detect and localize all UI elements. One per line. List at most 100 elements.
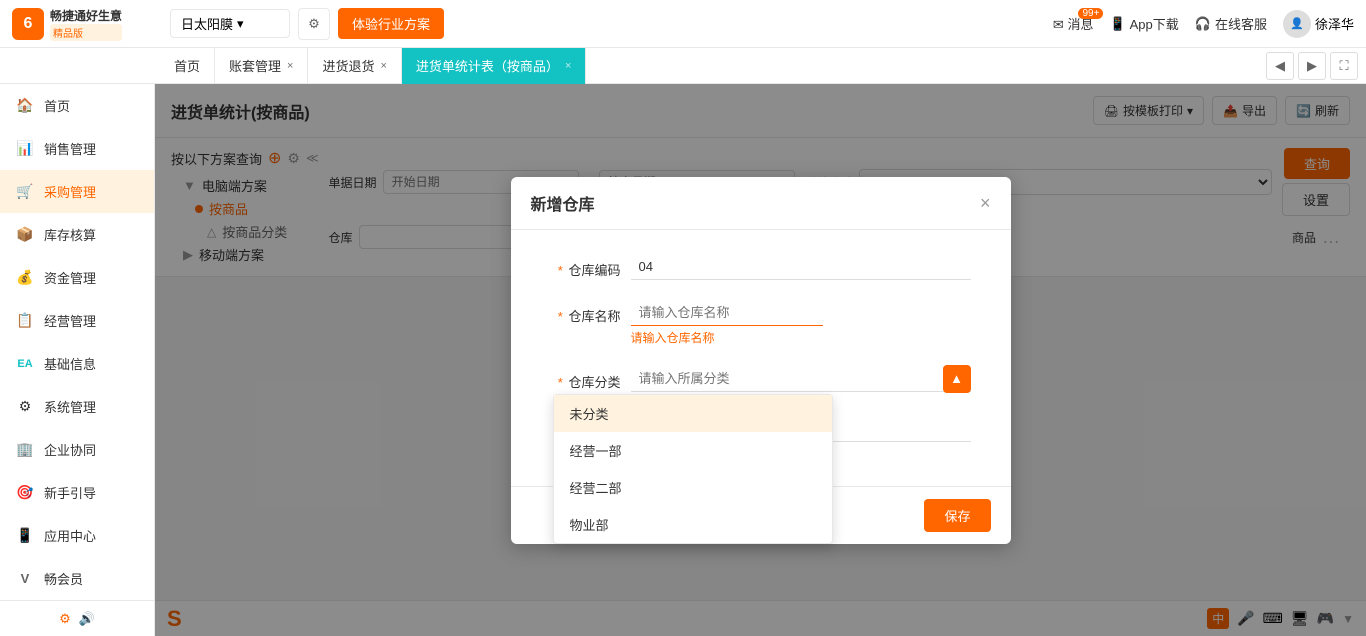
member-icon: V	[16, 570, 34, 588]
form-row-name: 仓库名称 请输入仓库名称	[551, 300, 971, 346]
warehouse-code-label: 仓库编码	[551, 254, 621, 279]
sidebar-item-finance-label: 资金管理	[44, 268, 96, 287]
operations-icon: 📋	[16, 312, 34, 330]
sidebar-item-inventory-label: 库存核算	[44, 225, 96, 244]
username: 徐泽华	[1315, 14, 1354, 33]
new-warehouse-modal: 新增仓库 × 仓库编码 仓库名称	[511, 177, 1011, 544]
tab-purchase-return[interactable]: 进货退货 ×	[308, 48, 401, 84]
message-label: 消息	[1067, 17, 1093, 32]
sidebar-item-corp-label: 企业协同	[44, 440, 96, 459]
tab-home-label: 首页	[174, 56, 200, 75]
sidebar-item-operations[interactable]: 📋 经营管理	[0, 299, 154, 342]
inventory-icon: 📦	[16, 226, 34, 244]
tab-left-button[interactable]: ◀	[1266, 52, 1294, 80]
warehouse-name-error: 请输入仓库名称	[631, 329, 971, 346]
store-chevron-icon: ▾	[237, 16, 244, 32]
settings-bottom-icon[interactable]: ⚙	[59, 611, 71, 627]
logo-area: 6 畅捷通好生意 精品版	[12, 7, 162, 41]
sales-icon: 📊	[16, 140, 34, 158]
tab-bar: 首页 账套管理 × 进货退货 × 进货单统计表（按商品） × ◀ ▶ ⛶	[0, 48, 1366, 84]
sidebar-item-home-label: 首页	[44, 96, 70, 115]
warehouse-category-label: 仓库分类	[551, 366, 621, 391]
dropdown-item-unclassified[interactable]: 未分类	[554, 395, 832, 432]
sidebar-item-purchase-label: 采购管理	[44, 182, 96, 201]
online-service-item[interactable]: 🎧 在线客服	[1195, 14, 1267, 33]
category-chevron-button[interactable]: ▲	[943, 365, 971, 393]
main-layout: 🏠 首页 📊 销售管理 🛒 采购管理 📦 库存核算 💰 资金管理 📋 经营管理 …	[0, 84, 1366, 636]
app-badge: 精品版	[50, 24, 122, 41]
user-info[interactable]: 👤 徐泽华	[1283, 10, 1354, 38]
tab-home[interactable]: 首页	[160, 48, 215, 84]
sidebar-item-corp[interactable]: 🏢 企业协同	[0, 428, 154, 471]
tab-account[interactable]: 账套管理 ×	[215, 48, 308, 84]
store-name: 日太阳膜	[181, 14, 233, 33]
warehouse-code-input[interactable]	[631, 254, 971, 280]
settings-button[interactable]: ⚙	[298, 8, 330, 40]
top-header: 6 畅捷通好生意 精品版 日太阳膜 ▾ ⚙ 体验行业方案 ✉ 消息 99+ 📱 …	[0, 0, 1366, 48]
volume-icon[interactable]: 🔊	[79, 611, 95, 627]
sidebar-item-member-label: 畅会员	[44, 569, 83, 588]
modal-body: 仓库编码 仓库名称 请输入仓库名称	[511, 230, 1011, 486]
app-center-icon: 📱	[16, 527, 34, 545]
modal-close-button[interactable]: ×	[980, 194, 991, 212]
store-selector[interactable]: 日太阳膜 ▾	[170, 9, 290, 38]
category-dropdown: 未分类 经营一部 经营二部 物业部	[553, 394, 833, 544]
headset-icon: 🎧	[1195, 16, 1211, 32]
sidebar-item-basics[interactable]: EA 基础信息	[0, 342, 154, 385]
sidebar-item-member[interactable]: V 畅会员	[0, 557, 154, 600]
header-right: ✉ 消息 99+ 📱 App下载 🎧 在线客服 👤 徐泽华	[1053, 10, 1354, 38]
sidebar-item-purchase[interactable]: 🛒 采购管理	[0, 170, 154, 213]
dropdown-item-dept2[interactable]: 经营二部	[554, 469, 832, 506]
tab-account-label: 账套管理	[229, 56, 281, 75]
tab-purchase-return-label: 进货退货	[322, 56, 374, 75]
message-icon: ✉	[1053, 17, 1064, 32]
dropdown-item-property[interactable]: 物业部	[554, 506, 832, 543]
message-item[interactable]: ✉ 消息 99+	[1053, 14, 1094, 33]
modal-header: 新增仓库 ×	[511, 177, 1011, 230]
system-icon: ⚙	[16, 398, 34, 416]
dropdown-item-dept1[interactable]: 经营一部	[554, 432, 832, 469]
gear-icon: ⚙	[308, 16, 320, 32]
sidebar-item-inventory[interactable]: 📦 库存核算	[0, 213, 154, 256]
trial-button[interactable]: 体验行业方案	[338, 8, 444, 39]
sidebar: 🏠 首页 📊 销售管理 🛒 采购管理 📦 库存核算 💰 资金管理 📋 经营管理 …	[0, 84, 155, 636]
tab-expand-button[interactable]: ⛶	[1330, 52, 1358, 80]
guide-icon: 🎯	[16, 484, 34, 502]
purchase-icon: 🛒	[16, 183, 34, 201]
category-input[interactable]	[631, 366, 971, 392]
sidebar-item-sales-label: 销售管理	[44, 139, 96, 158]
phone-icon: 📱	[1109, 16, 1125, 32]
corp-icon: 🏢	[16, 441, 34, 459]
sidebar-item-finance[interactable]: 💰 资金管理	[0, 256, 154, 299]
home-icon: 🏠	[16, 97, 34, 115]
sidebar-item-app-center[interactable]: 📱 应用中心	[0, 514, 154, 557]
item-dept2-label: 经营二部	[570, 481, 622, 496]
form-row-code: 仓库编码	[551, 254, 971, 280]
notification-badge: 99+	[1078, 8, 1103, 19]
sidebar-item-system[interactable]: ⚙ 系统管理	[0, 385, 154, 428]
app-download-label: App下载	[1130, 14, 1179, 33]
item-dept1-label: 经营一部	[570, 444, 622, 459]
warehouse-name-label: 仓库名称	[551, 300, 621, 325]
basics-icon: EA	[16, 355, 34, 373]
sidebar-item-app-center-label: 应用中心	[44, 526, 96, 545]
item-property-label: 物业部	[570, 518, 609, 533]
tab-right-button[interactable]: ▶	[1298, 52, 1326, 80]
sidebar-item-home[interactable]: 🏠 首页	[0, 84, 154, 127]
form-row-category: 仓库分类 ▲ 未分类	[551, 366, 971, 392]
tab-purchase-stats-label: 进货单统计表（按商品）	[416, 56, 559, 75]
sidebar-item-operations-label: 经营管理	[44, 311, 96, 330]
app-name: 畅捷通好生意	[50, 7, 122, 24]
tab-purchase-stats[interactable]: 进货单统计表（按商品） ×	[402, 48, 586, 84]
modal-overlay: 新增仓库 × 仓库编码 仓库名称	[155, 84, 1366, 636]
sidebar-item-sales[interactable]: 📊 销售管理	[0, 127, 154, 170]
save-button[interactable]: 保存	[924, 499, 990, 532]
content-area: 进货单统计(按商品) 🖨 按模板打印 ▾ 📤 导出 🔄 刷新	[155, 84, 1366, 636]
app-download-item[interactable]: 📱 App下载	[1109, 14, 1178, 33]
sidebar-item-guide[interactable]: 🎯 新手引导	[0, 471, 154, 514]
tab-purchase-return-close[interactable]: ×	[380, 60, 386, 72]
tab-purchase-stats-close[interactable]: ×	[565, 60, 571, 72]
warehouse-name-input[interactable]	[631, 300, 823, 326]
sidebar-item-system-label: 系统管理	[44, 397, 96, 416]
tab-account-close[interactable]: ×	[287, 60, 293, 72]
